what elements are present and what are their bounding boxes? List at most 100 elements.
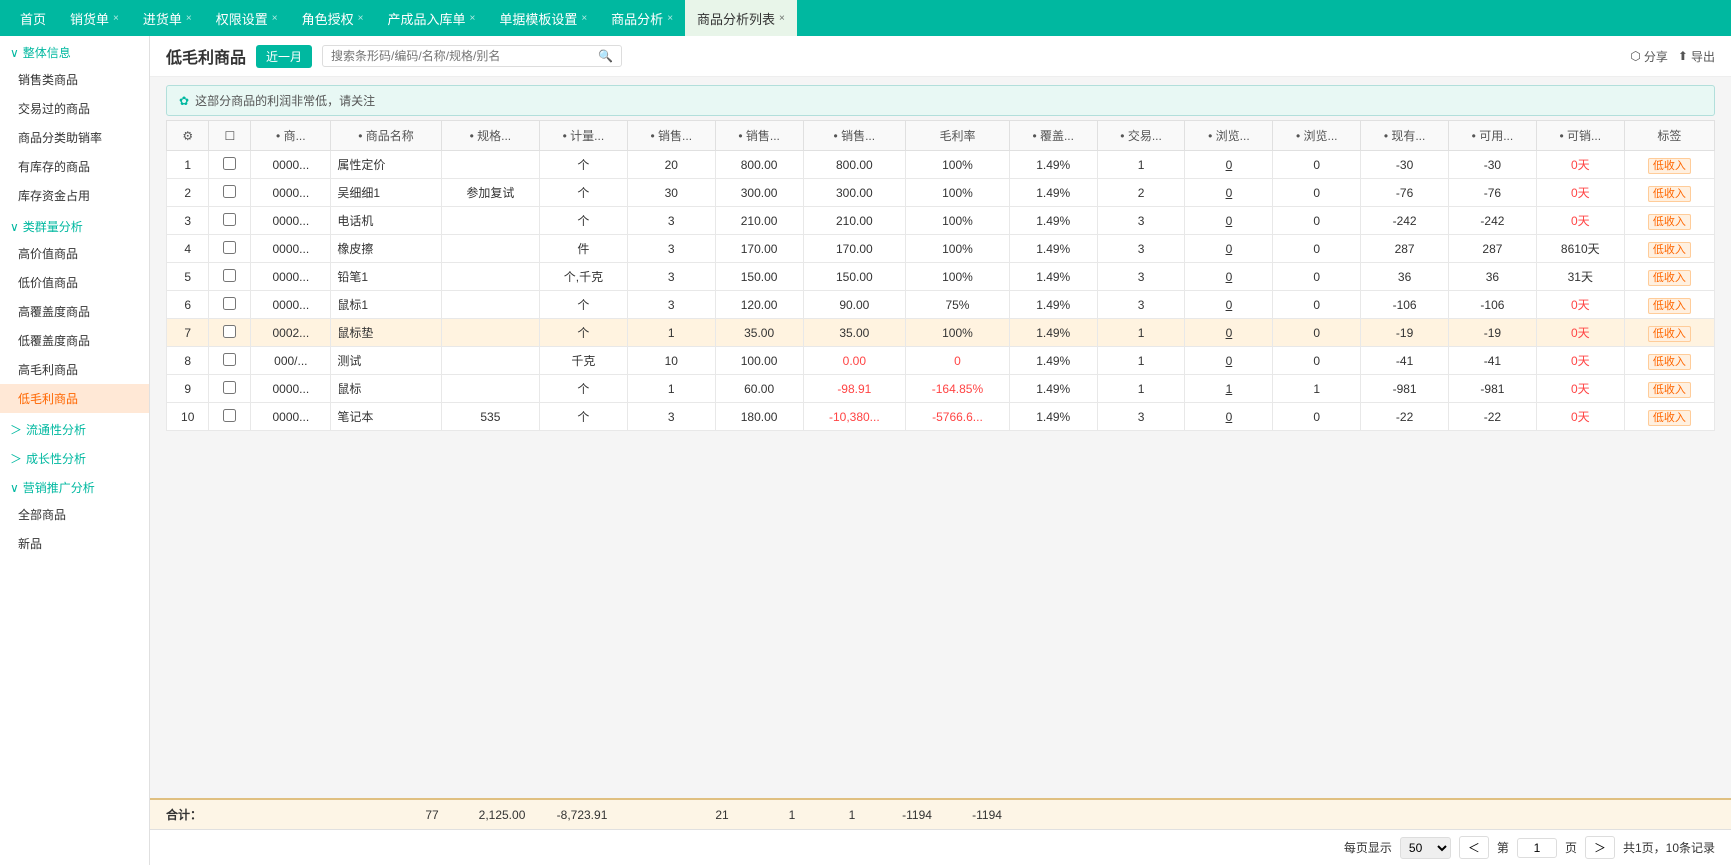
share-icon: ⬡ (1630, 49, 1640, 63)
cell-checkbox[interactable] (209, 235, 251, 263)
sidebar-group-growth[interactable]: ＞ 成长性分析 (0, 442, 149, 471)
sidebar-group-marketing[interactable]: ∨ 营销推广分析 (0, 471, 149, 500)
th-gross-margin[interactable]: 毛利率 (906, 121, 1010, 151)
sidebar-item-traded-products[interactable]: 交易过的商品 (0, 94, 149, 123)
cell-views1[interactable]: 1 (1185, 375, 1273, 403)
th-sales-qty[interactable]: • 销售... (627, 121, 715, 151)
th-transactions[interactable]: • 交易... (1097, 121, 1185, 151)
cell-views1[interactable]: 0 (1185, 319, 1273, 347)
sidebar-item-high-value[interactable]: 高价值商品 (0, 239, 149, 268)
cell-name: 笔记本 (331, 403, 441, 431)
th-current-stock[interactable]: • 现有... (1361, 121, 1449, 151)
cell-checkbox[interactable] (209, 207, 251, 235)
sidebar-group-cluster[interactable]: ∨ 类群量分析 (0, 210, 149, 239)
next-page-btn[interactable]: ＞ (1585, 836, 1615, 859)
cell-checkbox[interactable] (209, 375, 251, 403)
nav-product-analysis[interactable]: 商品分析 × (599, 0, 685, 36)
cell-checkbox[interactable] (209, 263, 251, 291)
nav-product-entry[interactable]: 产成品入库单 × (375, 0, 487, 36)
close-icon[interactable]: × (113, 13, 119, 24)
chevron-down-icon: ∨ (10, 481, 19, 495)
cell-views1[interactable]: 0 (1185, 403, 1273, 431)
nav-product-analysis-list[interactable]: 商品分析列表 × (685, 0, 797, 36)
cell-views1[interactable]: 0 (1185, 207, 1273, 235)
close-icon[interactable]: × (358, 13, 364, 24)
close-icon[interactable]: × (272, 13, 278, 24)
close-icon[interactable]: × (779, 13, 785, 24)
table-row: 8 000/... 测试 千克 10 100.00 0.00 0 1.49% 1… (167, 347, 1715, 375)
sidebar-group-overall[interactable]: ∨ 整体信息 (0, 36, 149, 65)
close-icon[interactable]: × (186, 13, 192, 24)
sidebar-item-low-value[interactable]: 低价值商品 (0, 268, 149, 297)
cell-views1[interactable]: 0 (1185, 235, 1273, 263)
cell-transactions: 1 (1097, 319, 1185, 347)
sidebar-item-inventory-funds[interactable]: 库存资金占用 (0, 181, 149, 210)
footer-sales-profit: -8,723.91 (542, 808, 622, 822)
cell-checkbox[interactable] (209, 151, 251, 179)
cell-sales-profit: 150.00 (803, 263, 906, 291)
cell-gross-margin: -5766.6... (906, 403, 1010, 431)
cell-checkbox[interactable] (209, 403, 251, 431)
th-sellable[interactable]: • 可销... (1536, 121, 1624, 151)
page-number-input[interactable] (1517, 838, 1557, 858)
cell-sales-price: 210.00 (715, 207, 803, 235)
cell-checkbox[interactable] (209, 319, 251, 347)
cell-sales-qty: 3 (627, 291, 715, 319)
table-row: 6 0000... 鼠标1 个 3 120.00 90.00 75% 1.49%… (167, 291, 1715, 319)
cell-views1[interactable]: 0 (1185, 263, 1273, 291)
close-icon[interactable]: × (581, 13, 587, 24)
close-icon[interactable]: × (469, 13, 475, 24)
nav-permissions[interactable]: 权限设置 × (204, 0, 290, 36)
cell-sales-price: 60.00 (715, 375, 803, 403)
cell-checkbox[interactable] (209, 179, 251, 207)
nav-home[interactable]: 首页 (8, 0, 58, 36)
cell-views1[interactable]: 0 (1185, 151, 1273, 179)
nav-purchase[interactable]: 进货单 × (131, 0, 204, 36)
cell-checkbox[interactable] (209, 347, 251, 375)
sidebar-group-flow[interactable]: ＞ 流通性分析 (0, 413, 149, 442)
cell-views1[interactable]: 0 (1185, 179, 1273, 207)
cell-current-stock: 36 (1361, 263, 1449, 291)
search-input[interactable] (331, 49, 598, 63)
search-icon[interactable]: 🔍 (598, 49, 613, 63)
th-checkbox[interactable]: ☐ (209, 121, 251, 151)
sidebar-item-new-products[interactable]: 新品 (0, 529, 149, 558)
sidebar-item-low-margin[interactable]: 低毛利商品 (0, 384, 149, 413)
th-tag[interactable]: 标签 (1624, 121, 1714, 151)
th-available[interactable]: • 可用... (1449, 121, 1537, 151)
date-filter-btn[interactable]: 近一月 (256, 45, 312, 68)
cell-sellable: 31天 (1536, 263, 1624, 291)
th-unit[interactable]: • 计量... (540, 121, 628, 151)
close-icon[interactable]: × (667, 13, 673, 24)
prev-page-btn[interactable]: ＜ (1459, 836, 1489, 859)
cell-checkbox[interactable] (209, 291, 251, 319)
th-sales-profit[interactable]: • 销售... (803, 121, 906, 151)
cell-sales-qty: 30 (627, 179, 715, 207)
sidebar-item-high-coverage[interactable]: 高覆盖度商品 (0, 297, 149, 326)
sidebar-item-low-coverage[interactable]: 低覆盖度商品 (0, 326, 149, 355)
sidebar-item-all-products[interactable]: 全部商品 (0, 500, 149, 529)
share-btn[interactable]: ⬡ 分享 (1630, 48, 1668, 65)
sidebar-item-stocked-products[interactable]: 有库存的商品 (0, 152, 149, 181)
per-page-select[interactable]: 50 100 (1400, 837, 1451, 859)
th-name[interactable]: • 商品名称 (331, 121, 441, 151)
nav-template-settings[interactable]: 单据模板设置 × (487, 0, 599, 36)
nav-sales[interactable]: 销货单 × (58, 0, 131, 36)
export-btn[interactable]: ⬆ 导出 (1678, 48, 1715, 65)
sidebar-item-high-margin[interactable]: 高毛利商品 (0, 355, 149, 384)
th-views1[interactable]: • 浏览... (1185, 121, 1273, 151)
sidebar-item-category-rate[interactable]: 商品分类助销率 (0, 123, 149, 152)
cell-views1[interactable]: 0 (1185, 347, 1273, 375)
sidebar-item-sales-products[interactable]: 销售类商品 (0, 65, 149, 94)
cell-tag: 低收入 (1624, 319, 1714, 347)
th-spec[interactable]: • 规格... (441, 121, 539, 151)
cell-views1[interactable]: 0 (1185, 291, 1273, 319)
th-coverage[interactable]: • 覆盖... (1009, 121, 1097, 151)
cell-coverage: 1.49% (1009, 375, 1097, 403)
th-views2[interactable]: • 浏览... (1273, 121, 1361, 151)
th-code[interactable]: • 商... (251, 121, 331, 151)
th-settings[interactable]: ⚙ (167, 121, 209, 151)
search-box: 🔍 (322, 45, 622, 67)
nav-roles[interactable]: 角色授权 × (290, 0, 376, 36)
th-sales-price[interactable]: • 销售... (715, 121, 803, 151)
